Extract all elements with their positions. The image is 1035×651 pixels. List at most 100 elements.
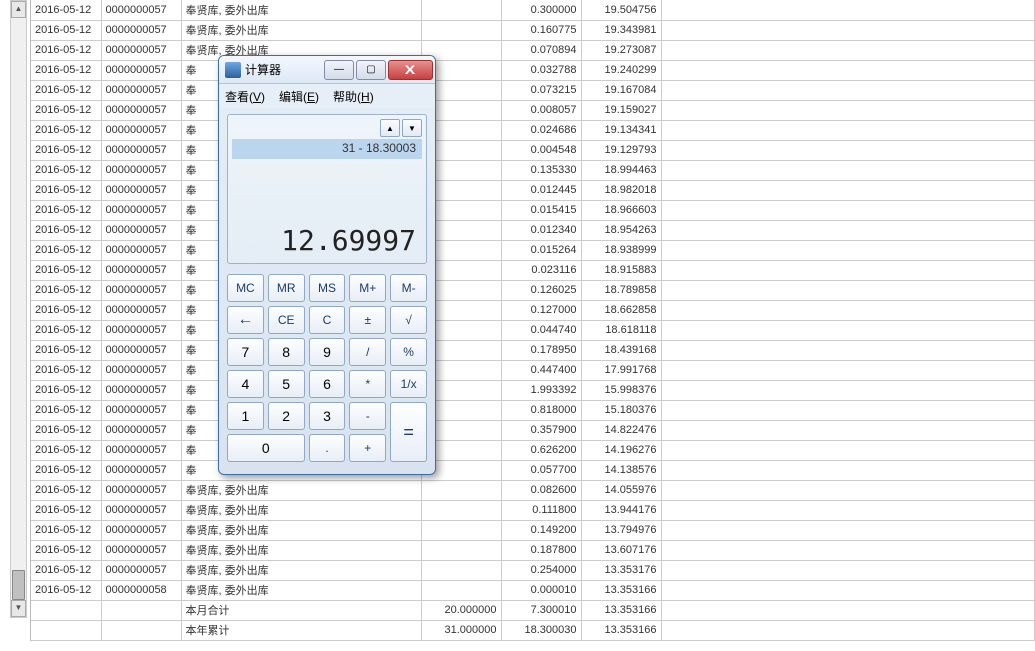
table-cell[interactable]: 0.111800	[501, 500, 581, 520]
table-row[interactable]: 2016-05-120000000057奉0.03278819.240299	[31, 60, 1035, 80]
key-plusminus[interactable]: ±	[349, 306, 386, 334]
table-cell[interactable]: 17.991768	[581, 360, 661, 380]
table-cell[interactable]	[661, 380, 1035, 400]
table-cell[interactable]: 20.000000	[421, 600, 501, 620]
table-cell[interactable]: 0.149200	[501, 520, 581, 540]
table-cell[interactable]: 2016-05-12	[31, 540, 101, 560]
table-cell[interactable]: 14.196276	[581, 440, 661, 460]
key-3[interactable]: 3	[309, 402, 346, 430]
table-cell[interactable]	[421, 0, 501, 20]
table-cell[interactable]: 0.626200	[501, 440, 581, 460]
table-cell[interactable]	[661, 100, 1035, 120]
table-cell[interactable]: 2016-05-12	[31, 100, 101, 120]
table-cell[interactable]: 0000000057	[101, 360, 181, 380]
table-cell[interactable]: 2016-05-12	[31, 580, 101, 600]
menu-help[interactable]: 帮助(H)	[333, 88, 374, 105]
scroll-thumb[interactable]	[12, 570, 25, 600]
table-cell[interactable]: 31.000000	[421, 620, 501, 640]
key-6[interactable]: 6	[309, 370, 346, 398]
table-cell[interactable]: 0000000057	[101, 180, 181, 200]
table-row[interactable]: 2016-05-120000000057奉0.44740017.991768	[31, 360, 1035, 380]
table-cell[interactable]: 13.353166	[581, 600, 661, 620]
key-sqrt[interactable]: √	[390, 306, 427, 334]
table-cell[interactable]: 0000000057	[101, 540, 181, 560]
table-cell[interactable]: 19.504756	[581, 0, 661, 20]
table-cell[interactable]	[661, 500, 1035, 520]
key-percent[interactable]: %	[390, 338, 427, 366]
key-backspace[interactable]: ←	[227, 306, 264, 334]
table-row[interactable]: 2016-05-120000000057奉贤库, 委外出库0.07089419.…	[31, 40, 1035, 60]
table-cell[interactable]	[661, 0, 1035, 20]
table-cell[interactable]: 0000000057	[101, 100, 181, 120]
table-cell[interactable]: 2016-05-12	[31, 200, 101, 220]
table-cell[interactable]	[661, 420, 1035, 440]
table-cell[interactable]: 2016-05-12	[31, 220, 101, 240]
table-cell[interactable]: 本年累计	[181, 620, 421, 640]
table-cell[interactable]: 14.055976	[581, 480, 661, 500]
table-cell[interactable]: 0.126025	[501, 280, 581, 300]
table-cell[interactable]: 0000000057	[101, 160, 181, 180]
table-cell[interactable]: 18.994463	[581, 160, 661, 180]
table-cell[interactable]: 0.057700	[501, 460, 581, 480]
table-cell[interactable]: 18.938999	[581, 240, 661, 260]
table-cell[interactable]	[661, 140, 1035, 160]
table-cell[interactable]: 0.023116	[501, 260, 581, 280]
table-cell[interactable]	[661, 300, 1035, 320]
table-cell[interactable]	[31, 600, 101, 620]
table-cell[interactable]: 奉贤库, 委外出库	[181, 20, 421, 40]
table-cell[interactable]: 2016-05-12	[31, 160, 101, 180]
table-cell[interactable]: 0000000057	[101, 240, 181, 260]
table-cell[interactable]	[661, 480, 1035, 500]
table-cell[interactable]: 19.129793	[581, 140, 661, 160]
key-9[interactable]: 9	[309, 338, 346, 366]
table-cell[interactable]: 18.439168	[581, 340, 661, 360]
table-cell[interactable]: 2016-05-12	[31, 260, 101, 280]
vertical-scrollbar[interactable]: ▲ ▼	[10, 0, 27, 618]
table-cell[interactable]: 0.300000	[501, 0, 581, 20]
table-row[interactable]: 2016-05-120000000057奉0.01244518.982018	[31, 180, 1035, 200]
table-row[interactable]: 2016-05-120000000057奉贤库, 委外出库0.08260014.…	[31, 480, 1035, 500]
table-cell[interactable]: 0.127000	[501, 300, 581, 320]
table-cell[interactable]: 18.618118	[581, 320, 661, 340]
table-cell[interactable]: 0.073215	[501, 80, 581, 100]
table-cell[interactable]: 18.662858	[581, 300, 661, 320]
table-cell[interactable]: 19.273087	[581, 40, 661, 60]
table-cell[interactable]: 0.070894	[501, 40, 581, 60]
table-cell[interactable]: 0000000057	[101, 0, 181, 20]
table-cell[interactable]: 18.789858	[581, 280, 661, 300]
table-cell[interactable]: 0.015264	[501, 240, 581, 260]
table-cell[interactable]: 2016-05-12	[31, 240, 101, 260]
key-0[interactable]: 0	[227, 434, 305, 462]
key-7[interactable]: 7	[227, 338, 264, 366]
table-row[interactable]: 2016-05-120000000057奉0.12602518.789858	[31, 280, 1035, 300]
table-row[interactable]: 2016-05-120000000057奉0.04474018.618118	[31, 320, 1035, 340]
table-cell[interactable]	[31, 620, 101, 640]
table-cell[interactable]	[421, 20, 501, 40]
table-cell[interactable]	[661, 200, 1035, 220]
table-row[interactable]: 2016-05-120000000057奉0.00805719.159027	[31, 100, 1035, 120]
scroll-up-button[interactable]: ▲	[11, 1, 26, 18]
table-row[interactable]: 2016-05-120000000057奉贤库, 委外出库0.18780013.…	[31, 540, 1035, 560]
calculator-titlebar[interactable]: 计算器 — ▢ X	[219, 56, 435, 84]
table-row[interactable]: 2016-05-120000000057奉贤库, 委外出库0.14920013.…	[31, 520, 1035, 540]
table-cell[interactable]	[661, 60, 1035, 80]
table-cell[interactable]: 14.138576	[581, 460, 661, 480]
table-cell[interactable]: 0.024686	[501, 120, 581, 140]
table-cell[interactable]	[661, 240, 1035, 260]
menu-edit[interactable]: 编辑(E)	[279, 88, 319, 105]
key-mminus[interactable]: M-	[390, 274, 427, 302]
table-cell[interactable]	[421, 520, 501, 540]
table-cell[interactable]: 13.353166	[581, 620, 661, 640]
table-cell[interactable]	[661, 80, 1035, 100]
table-row[interactable]: 2016-05-120000000057奉0.07321519.167084	[31, 80, 1035, 100]
table-cell[interactable]: 13.794976	[581, 520, 661, 540]
key-multiply[interactable]: *	[349, 370, 386, 398]
table-cell[interactable]: 0.178950	[501, 340, 581, 360]
table-cell[interactable]: 0000000057	[101, 440, 181, 460]
table-cell[interactable]	[661, 340, 1035, 360]
close-button[interactable]: X	[388, 60, 433, 80]
table-cell[interactable]: 2016-05-12	[31, 0, 101, 20]
table-cell[interactable]: 2016-05-12	[31, 440, 101, 460]
table-cell[interactable]: 0.000010	[501, 580, 581, 600]
table-cell[interactable]	[661, 20, 1035, 40]
